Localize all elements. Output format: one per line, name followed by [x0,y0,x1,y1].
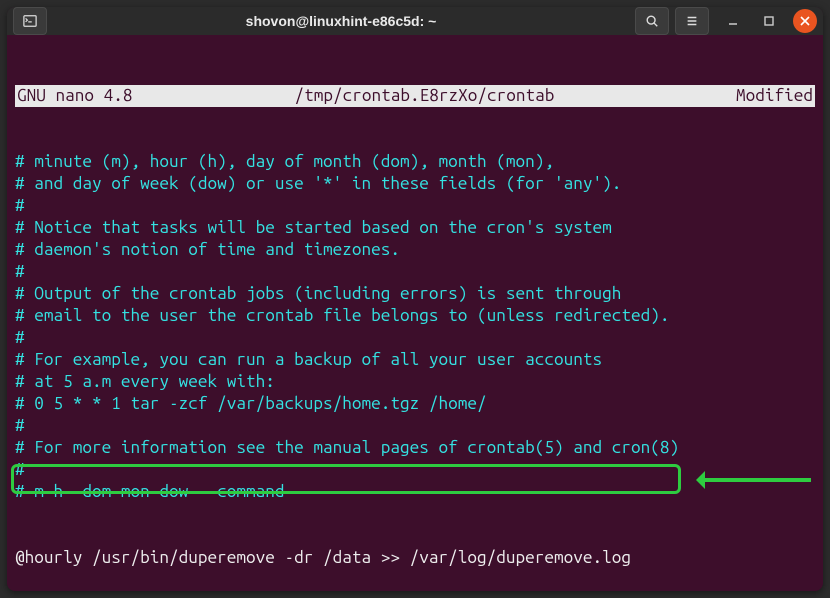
arrow-annotation [699,478,811,482]
editor-line: # [15,327,815,349]
search-icon [645,14,659,28]
editor-line: # email to the user the crontab file bel… [15,305,815,327]
editor-line: # minute (m), hour (h), day of month (do… [15,151,815,173]
editor-line: # For example, you can run a backup of a… [15,349,815,371]
editor-line: # [15,195,815,217]
nano-file-path: /tmp/crontab.E8rzXo/crontab [295,85,555,107]
terminal-icon [23,14,37,28]
menu-button[interactable] [675,7,709,35]
maximize-button[interactable] [757,9,781,33]
minimize-icon [728,16,738,26]
titlebar: shovon@linuxhint-e86c5d: ~ [7,7,823,35]
editor-line: # daemon's notion of time and timezones. [15,239,815,261]
editor-line: # Output of the crontab jobs (including … [15,283,815,305]
close-button[interactable] [793,9,817,33]
terminal-window: shovon@linuxhint-e86c5d: ~ GNU nano 4.8 … [7,7,823,591]
close-icon [800,16,810,26]
nano-status-bar: GNU nano 4.8 /tmp/crontab.E8rzXo/crontab… [15,85,815,107]
minimize-button[interactable] [721,9,745,33]
editor-line: # For more information see the manual pa… [15,437,815,459]
editor-body: # minute (m), hour (h), day of month (do… [15,151,815,503]
editor-line: # and day of week (dow) or use '*' in th… [15,173,815,195]
editor-line: # 0 5 * * 1 tar -zcf /var/backups/home.t… [15,393,815,415]
maximize-icon [764,16,774,26]
editor-line: # at 5 a.m every week with: [15,371,815,393]
editor-line: # Notice that tasks will be started base… [15,217,815,239]
editor-line: # [15,415,815,437]
search-button[interactable] [635,7,669,35]
terminal-content[interactable]: GNU nano 4.8 /tmp/crontab.E8rzXo/crontab… [7,35,823,591]
new-tab-button[interactable] [13,7,47,35]
crontab-command-line: @hourly /usr/bin/duperemove -dr /data >>… [15,547,815,569]
nano-modified-status: Modified [734,85,815,107]
window-title: shovon@linuxhint-e86c5d: ~ [53,13,629,29]
hamburger-icon [685,14,699,28]
editor-line: # [15,261,815,283]
nano-app-name: GNU nano 4.8 [15,85,135,107]
